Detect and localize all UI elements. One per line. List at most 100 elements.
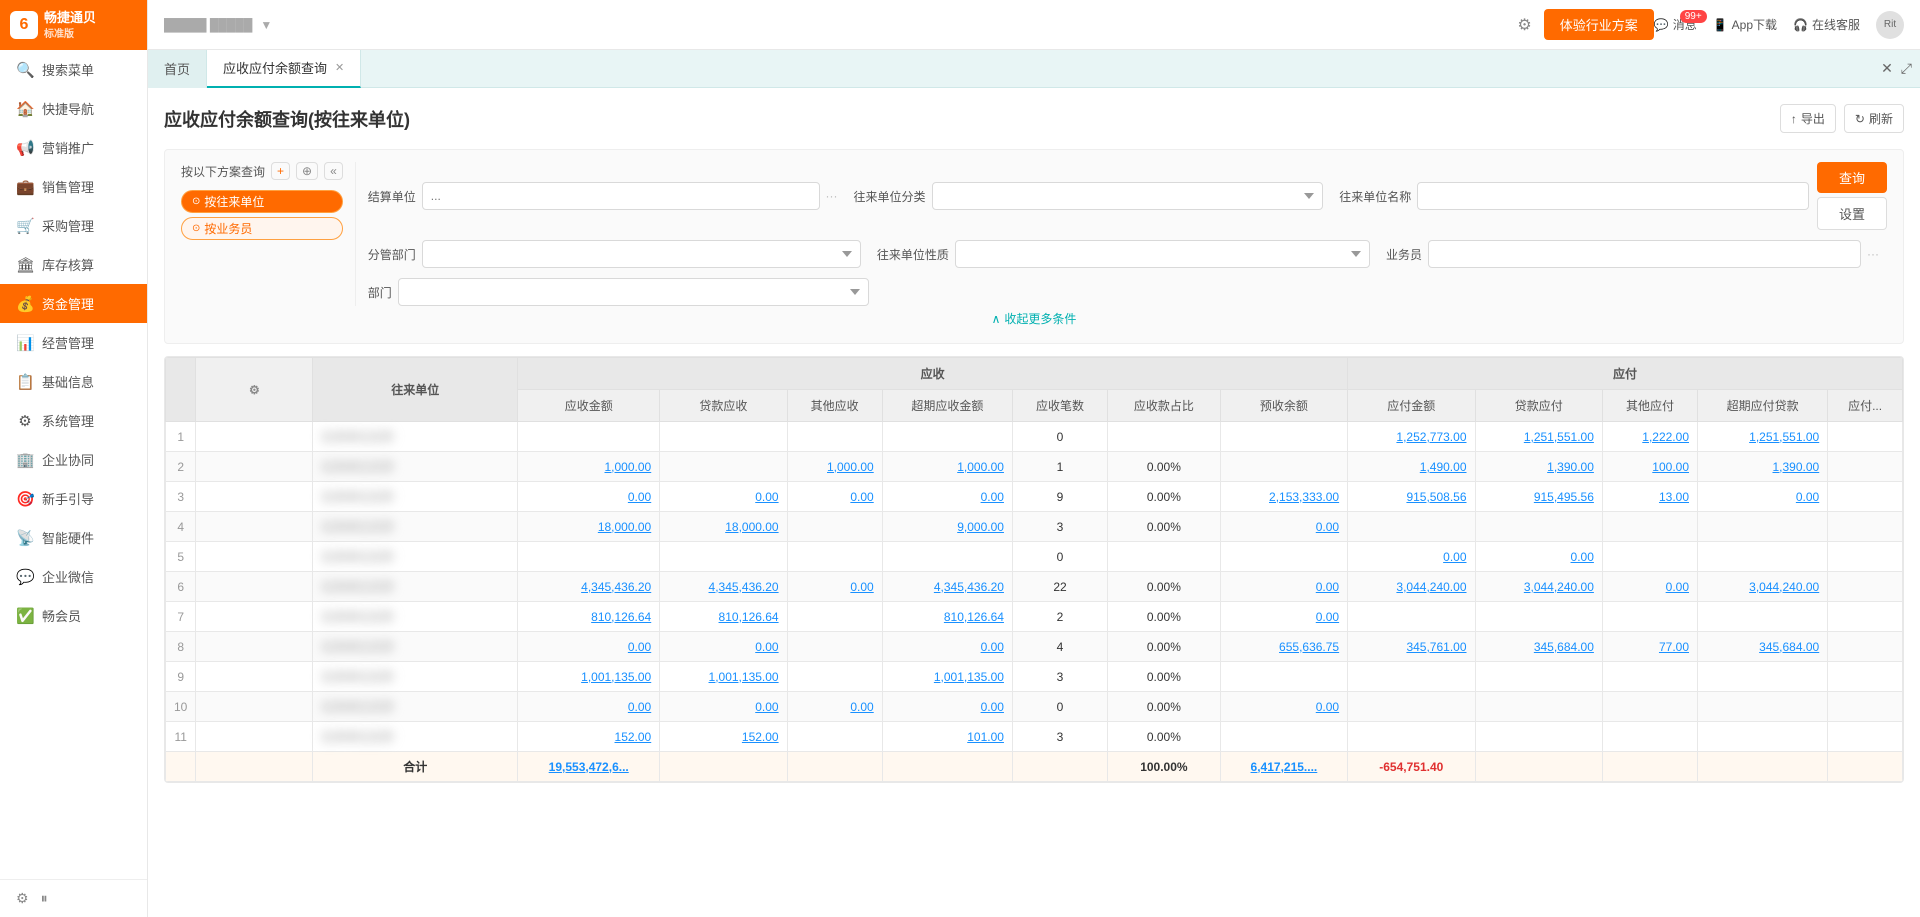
table-cell[interactable]: 1,490.00 [1348,452,1475,482]
set-button[interactable]: 设置 [1817,197,1887,230]
table-cell[interactable]: 345,761.00 [1348,632,1475,662]
table-cell[interactable]: 152.00 [518,722,660,752]
sidebar-item-inventory[interactable]: 🏛 库存核算 [0,245,147,284]
dept-manager-select[interactable] [422,240,861,268]
table-cell[interactable]: 4,345,436.20 [518,572,660,602]
partner-name-input[interactable] [1417,182,1809,210]
scheme-settings-button[interactable]: ⊕ [296,162,318,180]
sidebar-item-guide[interactable]: 🎯 新手引导 [0,479,147,518]
sidebar-collapse-btn[interactable]: ⏸ [41,890,48,907]
table-cell[interactable]: 0.00 [1602,572,1697,602]
tab-close-all-icon[interactable]: ✕ [1881,60,1893,77]
app-download-button[interactable]: 📱 App下载 [1713,16,1777,33]
table-cell[interactable]: 3,044,240.00 [1698,572,1828,602]
table-cell[interactable]: 3,044,240.00 [1348,572,1475,602]
partner-nature-select[interactable] [955,240,1370,268]
tab-ar-ap[interactable]: 应收应付余额查询 ✕ [207,50,361,88]
table-cell[interactable]: 1,001,135.00 [518,662,660,692]
table-cell[interactable]: 1,001,135.00 [660,662,787,692]
messages-button[interactable]: 💬 消息 99+ [1654,16,1697,33]
table-cell[interactable]: 4,345,436.20 [882,572,1012,602]
table-cell[interactable]: 810,126.64 [660,602,787,632]
export-button[interactable]: ↑ 导出 [1780,104,1836,133]
collapse-bar[interactable]: ∧ 收起更多条件 [181,306,1887,331]
table-cell[interactable]: 0.00 [1475,542,1602,572]
header-settings-icon[interactable]: ⚙ [1517,15,1531,35]
sidebar-item-member[interactable]: ✅ 畅会员 [0,596,147,635]
table-cell[interactable]: 1,001,135.00 [882,662,1012,692]
table-cell[interactable]: 1,251,551.00 [1698,422,1828,452]
refresh-button[interactable]: ↻ 刷新 [1844,104,1904,133]
table-cell[interactable]: 1,390.00 [1698,452,1828,482]
table-cell[interactable]: 0.00 [1220,572,1347,602]
table-cell[interactable]: 345,684.00 [1698,632,1828,662]
sidebar-item-wechat[interactable]: 💬 企业微信 [0,557,147,596]
settlement-unit-input[interactable] [422,182,820,210]
department-select[interactable] [398,278,869,306]
table-cell[interactable]: 152.00 [660,722,787,752]
table-cell[interactable]: 2,153,333.00 [1220,482,1347,512]
table-cell[interactable]: 655,636.75 [1220,632,1347,662]
table-cell[interactable]: 810,126.64 [882,602,1012,632]
tab-expand-icon[interactable]: ⤢ [1901,60,1912,77]
table-cell[interactable]: 1,000.00 [518,452,660,482]
table-cell[interactable]: 1,222.00 [1602,422,1697,452]
filter-by-salesperson[interactable]: ⊙ 按业务员 [181,217,343,240]
table-cell[interactable]: 0.00 [660,632,787,662]
table-cell[interactable]: 0.00 [1220,512,1347,542]
table-cell[interactable]: 0.00 [787,482,882,512]
table-cell[interactable]: 1,000.00 [787,452,882,482]
partner-category-select[interactable] [932,182,1324,210]
table-cell[interactable]: 345,684.00 [1475,632,1602,662]
salesperson-input[interactable] [1428,240,1861,268]
table-cell[interactable]: 0.00 [660,692,787,722]
sidebar-item-finance[interactable]: 💰 资金管理 [0,284,147,323]
table-cell[interactable]: 4,345,436.20 [660,572,787,602]
customer-service-button[interactable]: 🎧 在线客服 [1793,16,1860,33]
table-cell[interactable]: 77.00 [1602,632,1697,662]
table-cell[interactable]: 0.00 [882,482,1012,512]
filter-by-partner[interactable]: ⊙ 按往来单位 [181,190,343,213]
table-cell[interactable]: 0.00 [518,692,660,722]
table-cell[interactable]: 100.00 [1602,452,1697,482]
table-cell[interactable]: 0.00 [1698,482,1828,512]
sidebar-item-enterprise[interactable]: 🏢 企业协同 [0,440,147,479]
table-cell[interactable]: 0.00 [882,692,1012,722]
sidebar-item-sales[interactable]: 💼 销售管理 [0,167,147,206]
tab-home[interactable]: 首页 [148,50,207,88]
table-cell[interactable]: 810,126.64 [518,602,660,632]
add-scheme-button[interactable]: + [271,162,290,180]
table-cell[interactable]: 13.00 [1602,482,1697,512]
table-cell[interactable]: 1,390.00 [1475,452,1602,482]
sidebar-item-system[interactable]: ⚙ 系统管理 [0,401,147,440]
table-cell[interactable]: 1,251,551.00 [1475,422,1602,452]
industry-solution-button[interactable]: 体验行业方案 [1544,9,1654,40]
table-cell[interactable]: 1,252,773.00 [1348,422,1475,452]
table-cell[interactable]: 101.00 [882,722,1012,752]
sidebar-item-operations[interactable]: 📊 经营管理 [0,323,147,362]
table-cell[interactable]: 915,495.56 [1475,482,1602,512]
sidebar-item-quick-nav[interactable]: 🏠 快捷导航 [0,89,147,128]
sidebar-settings-btn[interactable]: ⚙ [16,890,29,907]
table-cell[interactable]: 0.00 [660,482,787,512]
tab-close-icon[interactable]: ✕ [335,61,344,74]
table-cell[interactable]: 0.00 [1220,692,1347,722]
table-cell[interactable]: 0.00 [518,482,660,512]
table-cell[interactable]: 0.00 [787,692,882,722]
sidebar-item-smart-hardware[interactable]: 📡 智能硬件 [0,518,147,557]
table-cell[interactable]: 1,000.00 [882,452,1012,482]
table-cell[interactable]: 0.00 [1348,542,1475,572]
table-settings-icon[interactable]: ⚙ [249,383,260,397]
sidebar-item-marketing[interactable]: 📢 营销推广 [0,128,147,167]
table-cell[interactable]: 18,000.00 [660,512,787,542]
footer-ar-amount[interactable]: 19,553,472,6... [518,752,660,782]
sidebar-item-purchase[interactable]: 🛒 采购管理 [0,206,147,245]
scheme-collapse-button[interactable]: « [324,162,343,180]
sidebar-item-search-menu[interactable]: 🔍 搜索菜单 [0,50,147,89]
query-button[interactable]: 查询 [1817,162,1887,193]
table-cell[interactable]: 0.00 [1220,602,1347,632]
table-cell[interactable]: 0.00 [882,632,1012,662]
table-cell[interactable]: 3,044,240.00 [1475,572,1602,602]
footer-ap-amount[interactable]: -654,751.40 [1348,752,1475,782]
footer-prepay[interactable]: 6,417,215.... [1220,752,1347,782]
